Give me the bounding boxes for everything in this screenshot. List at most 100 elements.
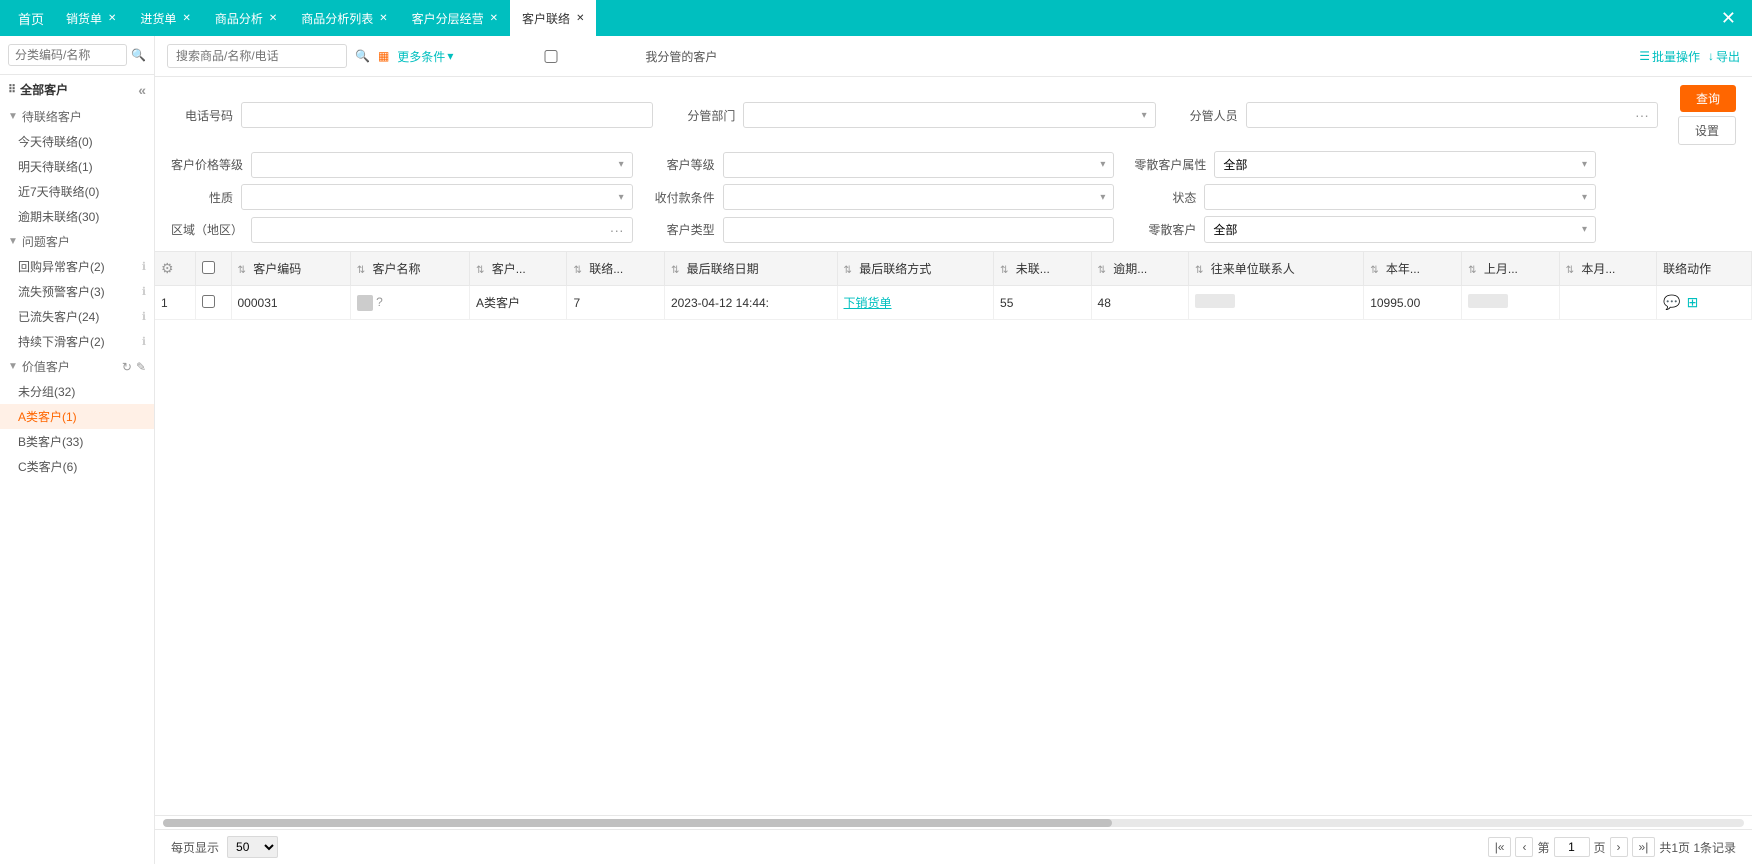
edit-icon[interactable]: ✎ <box>136 360 146 374</box>
col-last-month-header[interactable]: ⇅ 上月... <box>1462 252 1559 286</box>
scattered-input[interactable]: 全部 ▾ <box>1204 216 1596 243</box>
refresh-icon[interactable]: ↻ <box>122 360 132 374</box>
message-action-icon[interactable]: 💬 <box>1663 294 1680 311</box>
sidebar-item-tomorrow-pending[interactable]: 明天待联络(1) <box>0 154 154 179</box>
cell-last-month <box>1462 286 1559 320</box>
sidebar-item-class-c[interactable]: C类客户(6) <box>0 454 154 479</box>
nav-tab-customer-segment[interactable]: 客户分层经营 ✕ <box>400 0 510 36</box>
close-tab-analysis-list[interactable]: ✕ <box>379 13 387 24</box>
status-input[interactable]: ▾ <box>1204 184 1596 210</box>
scattered-attr-input[interactable]: 全部 ▾ <box>1214 151 1596 178</box>
filter-field-region: 区域（地区） ··· <box>171 217 633 243</box>
more-filter-button[interactable]: 更多条件 ▾ <box>397 48 453 65</box>
col-contact-header[interactable]: ⇅ 联络... <box>567 252 664 286</box>
sidebar-item-ungrouped[interactable]: 未分组(32) <box>0 379 154 404</box>
close-tab-customer-contact[interactable]: ✕ <box>576 13 584 24</box>
nav-home[interactable]: 首页 <box>8 0 54 36</box>
sidebar-group-problem-customers[interactable]: ▼ 问题客户 <box>0 229 154 254</box>
scroll-track[interactable] <box>163 819 1744 827</box>
info-icon-repurchase: ℹ <box>142 260 146 273</box>
sidebar-search-icon[interactable]: 🔍 <box>131 48 146 62</box>
col-this-year-header[interactable]: ⇅ 本年... <box>1364 252 1462 286</box>
sidebar-collapse-icon[interactable]: « <box>138 82 146 98</box>
sidebar-item-overdue-contact[interactable]: 逾期未联络(30) <box>0 204 154 229</box>
sidebar-item-churn-warning[interactable]: 流失预警客户(3) ℹ <box>0 279 154 304</box>
col-name-header[interactable]: ⇅ 客户名称 <box>350 252 469 286</box>
close-tab-customer-segment[interactable]: ✕ <box>490 13 498 24</box>
settings-button[interactable]: 设置 <box>1678 116 1736 145</box>
horizontal-scrollbar[interactable] <box>155 815 1752 829</box>
grid-action-icon[interactable]: ⊞ <box>1687 294 1699 311</box>
nav-tab-analysis[interactable]: 商品分析 ✕ <box>203 0 289 36</box>
col-type-header[interactable]: ⇅ 客户... <box>469 252 566 286</box>
search-input[interactable] <box>167 44 347 68</box>
window-close-button[interactable]: ✕ <box>1713 8 1744 29</box>
sidebar-search-input[interactable] <box>8 44 127 66</box>
price-grade-input[interactable]: ▾ <box>251 152 633 178</box>
sidebar-all-customers-label: 全部客户 <box>20 81 68 98</box>
my-customer-checkbox[interactable] <box>461 50 641 63</box>
col-last-contact-date-header[interactable]: ⇅ 最后联络日期 <box>664 252 837 286</box>
sidebar-group-value-customers[interactable]: ▼ 价值客户 ↻ ✎ <box>0 354 154 379</box>
sidebar-item-class-a[interactable]: A类客户(1) <box>0 404 154 429</box>
sidebar-all-customers-header[interactable]: ⠿ 全部客户 « <box>0 75 154 104</box>
select-all-checkbox[interactable] <box>202 261 215 274</box>
col-last-contact-method-header[interactable]: ⇅ 最后联络方式 <box>837 252 994 286</box>
nav-tab-analysis-list[interactable]: 商品分析列表 ✕ <box>289 0 399 36</box>
close-tab-analysis[interactable]: ✕ <box>269 13 277 24</box>
filter-bar: 🔍 ▦ 更多条件 ▾ 我分管的客户 ☰ 批量操作 ↓ 导出 <box>155 36 1752 77</box>
col-gear: ⚙ <box>155 252 195 286</box>
sidebar-item-declining[interactable]: 持续下滑客户(2) ℹ <box>0 329 154 354</box>
prev-page-button[interactable]: ‹ <box>1515 837 1533 857</box>
data-table-container: ⚙ ⇅ 客户编码 ⇅ 客户名称 <box>155 252 1752 815</box>
export-button[interactable]: ↓ 导出 <box>1708 48 1740 65</box>
nature-input[interactable]: ▾ <box>241 184 633 210</box>
chevron-down-icon: ▾ <box>447 49 453 63</box>
sort-icon: ⇅ <box>357 265 365 276</box>
col-prev-contacts-header[interactable]: ⇅ 往来单位联系人 <box>1189 252 1364 286</box>
sidebar-item-today-pending[interactable]: 今天待联络(0) <box>0 129 154 154</box>
last-page-button[interactable]: »| <box>1632 837 1656 857</box>
cell-prev-contacts <box>1189 286 1364 320</box>
sidebar-item-7days-pending[interactable]: 近7天待联络(0) <box>0 179 154 204</box>
next-page-button[interactable]: › <box>1610 837 1628 857</box>
info-icon-churn: ℹ <box>142 285 146 298</box>
first-page-button[interactable]: |« <box>1488 837 1512 857</box>
sidebar-search-container: 🔍 <box>0 36 154 75</box>
customer-type-input[interactable] <box>723 217 1115 243</box>
filter-field-price-grade: 客户价格等级 ▾ <box>171 152 633 178</box>
region-input[interactable]: ··· <box>251 217 633 243</box>
col-no-contact-header[interactable]: ⇅ 未联... <box>994 252 1091 286</box>
per-page-select[interactable]: 50 100 200 <box>227 836 278 858</box>
customer-grade-input[interactable]: ▾ <box>723 152 1115 178</box>
page-label: 第 <box>1537 839 1549 856</box>
col-this-month-header[interactable]: ⇅ 本月... <box>1559 252 1656 286</box>
my-customer-checkbox-label[interactable]: 我分管的客户 <box>461 48 717 65</box>
nav-tab-customer-contact[interactable]: 客户联络 ✕ <box>510 0 596 36</box>
last-contact-method-link[interactable]: 下销货单 <box>844 296 892 310</box>
top-nav: 首页 销货单 ✕ 进货单 ✕ 商品分析 ✕ 商品分析列表 ✕ 客户分层经营 ✕ … <box>0 0 1752 36</box>
col-overdue-header[interactable]: ⇅ 逾期... <box>1091 252 1188 286</box>
search-button[interactable]: 🔍 <box>355 49 370 63</box>
col-code-header[interactable]: ⇅ 客户编码 <box>231 252 350 286</box>
row-checkbox[interactable] <box>202 295 215 308</box>
sidebar-item-churned[interactable]: 已流失客户(24) ℹ <box>0 304 154 329</box>
batch-ops-button[interactable]: ☰ 批量操作 <box>1639 48 1700 65</box>
sidebar-item-class-b[interactable]: B类客户(33) <box>0 429 154 454</box>
scroll-thumb[interactable] <box>163 819 1112 827</box>
close-tab-purchase[interactable]: ✕ <box>182 13 190 24</box>
dept-input[interactable]: ▾ <box>743 102 1155 128</box>
nav-tab-purchase[interactable]: 进货单 ✕ <box>128 0 202 36</box>
page-number-input[interactable] <box>1554 837 1590 857</box>
nav-tab-sales[interactable]: 销货单 ✕ <box>54 0 128 36</box>
sidebar-item-repurchase-anomaly[interactable]: 回购异常客户(2) ℹ <box>0 254 154 279</box>
gear-settings-icon[interactable]: ⚙ <box>161 260 174 276</box>
phone-input[interactable] <box>241 102 653 128</box>
info-icon-declining: ℹ <box>142 335 146 348</box>
sort-icon: ⇅ <box>573 265 581 276</box>
query-button[interactable]: 查询 <box>1680 85 1736 112</box>
payment-input[interactable]: ▾ <box>723 184 1115 210</box>
sidebar-group-pending-contact[interactable]: ▼ 待联络客户 <box>0 104 154 129</box>
person-input[interactable]: ··· <box>1246 102 1658 128</box>
close-tab-sales[interactable]: ✕ <box>108 13 116 24</box>
